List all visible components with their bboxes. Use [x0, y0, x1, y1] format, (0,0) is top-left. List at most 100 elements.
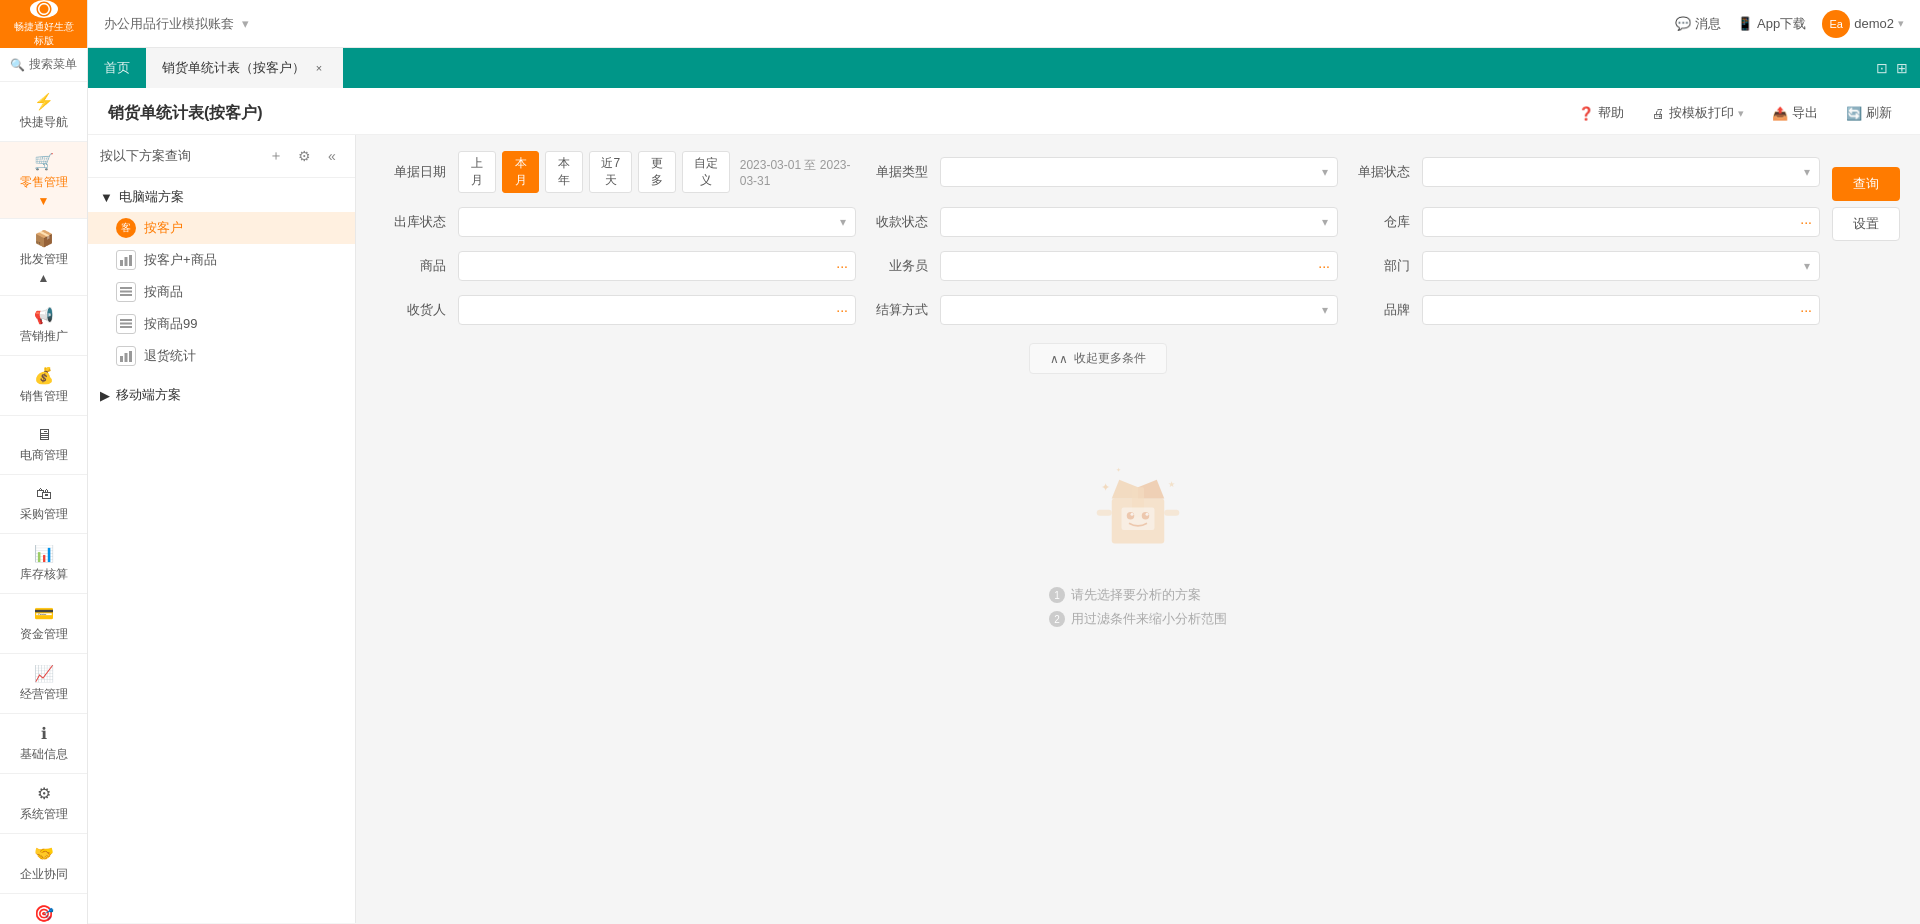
- sidebar-item-wholesale[interactable]: 📦 批发管理 ▲: [0, 219, 87, 296]
- by-product-99-label: 按商品99: [144, 315, 197, 333]
- date-btn-last-month[interactable]: 上月: [458, 151, 496, 193]
- export-label: 导出: [1792, 104, 1818, 122]
- date-btn-custom[interactable]: 自定义: [682, 151, 730, 193]
- warehouse-input[interactable]: [1422, 207, 1820, 237]
- maximize-icon[interactable]: ⊞: [1896, 60, 1908, 76]
- scheme-group-mobile-title[interactable]: ▶ 移动端方案: [88, 380, 355, 410]
- shortcut-icon: ⚡: [34, 92, 54, 111]
- retail-arrow: ▼: [38, 194, 50, 208]
- staff-input[interactable]: [940, 251, 1338, 281]
- product-dots-icon[interactable]: ···: [836, 258, 848, 274]
- recipient-label: 收货人: [376, 301, 446, 319]
- brand-dots-icon[interactable]: ···: [1800, 302, 1812, 318]
- by-customer-label: 按客户: [144, 219, 183, 237]
- settings-button[interactable]: 设置: [1832, 207, 1900, 241]
- logo-icon: [30, 0, 58, 18]
- print-icon: 🖨: [1652, 106, 1665, 121]
- type-select-wrapper: [940, 157, 1338, 187]
- receipt-status-select[interactable]: [940, 207, 1338, 237]
- status-label: 单据状态: [1350, 163, 1410, 181]
- sidebar-item-sales[interactable]: 💰 销售管理: [0, 356, 87, 416]
- ecommerce-label: 电商管理: [20, 447, 68, 464]
- logo-subtitle: 标版: [34, 34, 54, 48]
- sidebar-item-inventory[interactable]: 📊 库存核算: [0, 534, 87, 594]
- svg-rect-4: [120, 291, 132, 293]
- brand-label: 品牌: [1350, 301, 1410, 319]
- retail-label: 零售管理: [20, 174, 68, 191]
- marketing-label: 营销推广: [20, 328, 68, 345]
- department-label: 部门: [1350, 257, 1410, 275]
- sidebar-item-marketing[interactable]: 📢 营销推广: [0, 296, 87, 356]
- sidebar-item-operations[interactable]: 📈 经营管理: [0, 654, 87, 714]
- sidebar-item-shortcut[interactable]: ⚡ 快捷导航: [0, 82, 87, 142]
- export-button[interactable]: 📤 导出: [1764, 100, 1826, 126]
- tip-num-2: 2: [1049, 611, 1065, 627]
- scheme-collapse-button[interactable]: «: [321, 145, 343, 167]
- date-btn-more[interactable]: 更多: [638, 151, 676, 193]
- dropdown-arrow-icon[interactable]: ▾: [242, 16, 249, 31]
- sidebar-item-guide[interactable]: 🎯 新手引导: [0, 894, 87, 924]
- product-input[interactable]: [458, 251, 856, 281]
- user-profile[interactable]: Ea demo2 ▾: [1822, 10, 1904, 38]
- search-menu[interactable]: 🔍 搜索菜单: [0, 48, 87, 82]
- tip-num-1: 1: [1049, 587, 1065, 603]
- scheme-item-by-customer[interactable]: 客 按客户: [88, 212, 355, 244]
- page-title: 销货单统计表(按客户): [108, 103, 263, 124]
- scheme-group-desktop-title[interactable]: ▼ 电脑端方案: [88, 182, 355, 212]
- print-arrow-icon: ▾: [1738, 107, 1744, 120]
- basics-label: 基础信息: [20, 746, 68, 763]
- right-buttons: 查询 设置: [1832, 151, 1900, 386]
- out-status-label: 出库状态: [376, 213, 446, 231]
- app-download-button[interactable]: 📱 App下载: [1737, 15, 1806, 33]
- brand-input[interactable]: [1422, 295, 1820, 325]
- message-button[interactable]: 💬 消息: [1675, 15, 1721, 33]
- collapse-button[interactable]: ∧∧ 收起更多条件: [1029, 343, 1167, 374]
- date-btn-last-7[interactable]: 近7天: [589, 151, 632, 193]
- collapse-label: 收起更多条件: [1074, 350, 1146, 367]
- finance-icon: 💳: [34, 604, 54, 623]
- out-status-select[interactable]: [458, 207, 856, 237]
- settlement-select[interactable]: [940, 295, 1338, 325]
- user-avatar: Ea: [1822, 10, 1850, 38]
- sidebar: 畅捷通好生意 标版 🔍 搜索菜单 ⚡ 快捷导航 🛒 零售管理 ▼ 📦 批发管理 …: [0, 0, 88, 924]
- recipient-dots-icon[interactable]: ···: [836, 302, 848, 318]
- query-button[interactable]: 查询: [1832, 167, 1900, 201]
- staff-dots-icon[interactable]: ···: [1318, 258, 1330, 274]
- tab-sales-stats[interactable]: 销货单统计表（按客户） ×: [146, 48, 343, 88]
- sidebar-item-basics[interactable]: ℹ 基础信息: [0, 714, 87, 774]
- date-btn-this-year[interactable]: 本年: [545, 151, 583, 193]
- status-select-wrapper: [1422, 157, 1820, 187]
- date-btn-this-month[interactable]: 本月: [502, 151, 540, 193]
- scheme-add-button[interactable]: ＋: [265, 145, 287, 167]
- user-name: demo2: [1854, 16, 1894, 31]
- type-select[interactable]: [940, 157, 1338, 187]
- scheme-item-return-stats[interactable]: 退货统计: [88, 340, 355, 372]
- sidebar-item-ecommerce[interactable]: 🖥 电商管理: [0, 416, 87, 475]
- empty-illustration: ✦ ★ ✦: [1078, 446, 1198, 566]
- warehouse-label: 仓库: [1350, 213, 1410, 231]
- sidebar-item-system[interactable]: ⚙ 系统管理: [0, 774, 87, 834]
- sidebar-item-purchase[interactable]: 🛍 采购管理: [0, 475, 87, 534]
- tab-close-icon[interactable]: ×: [311, 60, 327, 76]
- sidebar-item-finance[interactable]: 💳 资金管理: [0, 594, 87, 654]
- status-select[interactable]: [1422, 157, 1820, 187]
- minimize-icon[interactable]: ⊡: [1876, 60, 1888, 76]
- date-filter-group: 上月 本月 本年 近7天 更多 自定义 2023-03-01 至 2023-03…: [458, 151, 856, 193]
- help-button[interactable]: ❓ 帮助: [1570, 100, 1632, 126]
- marketing-icon: 📢: [34, 306, 54, 325]
- scheme-item-by-product-99[interactable]: 按商品99: [88, 308, 355, 340]
- refresh-button[interactable]: 🔄 刷新: [1838, 100, 1900, 126]
- svg-rect-7: [120, 323, 132, 325]
- scheme-settings-button[interactable]: ⚙: [293, 145, 315, 167]
- sidebar-item-cooperation[interactable]: 🤝 企业协同: [0, 834, 87, 894]
- tab-home[interactable]: 首页: [88, 48, 146, 88]
- department-select[interactable]: [1422, 251, 1820, 281]
- retail-icon: 🛒: [34, 152, 54, 171]
- empty-tip-2: 2 用过滤条件来缩小分析范围: [1049, 610, 1227, 628]
- sidebar-item-retail[interactable]: 🛒 零售管理 ▼: [0, 142, 87, 219]
- recipient-input[interactable]: [458, 295, 856, 325]
- scheme-item-by-product[interactable]: 按商品: [88, 276, 355, 308]
- scheme-item-by-customer-product[interactable]: 按客户+商品: [88, 244, 355, 276]
- warehouse-dots-icon[interactable]: ···: [1800, 214, 1812, 230]
- template-print-button[interactable]: 🖨 按模板打印 ▾: [1644, 100, 1752, 126]
